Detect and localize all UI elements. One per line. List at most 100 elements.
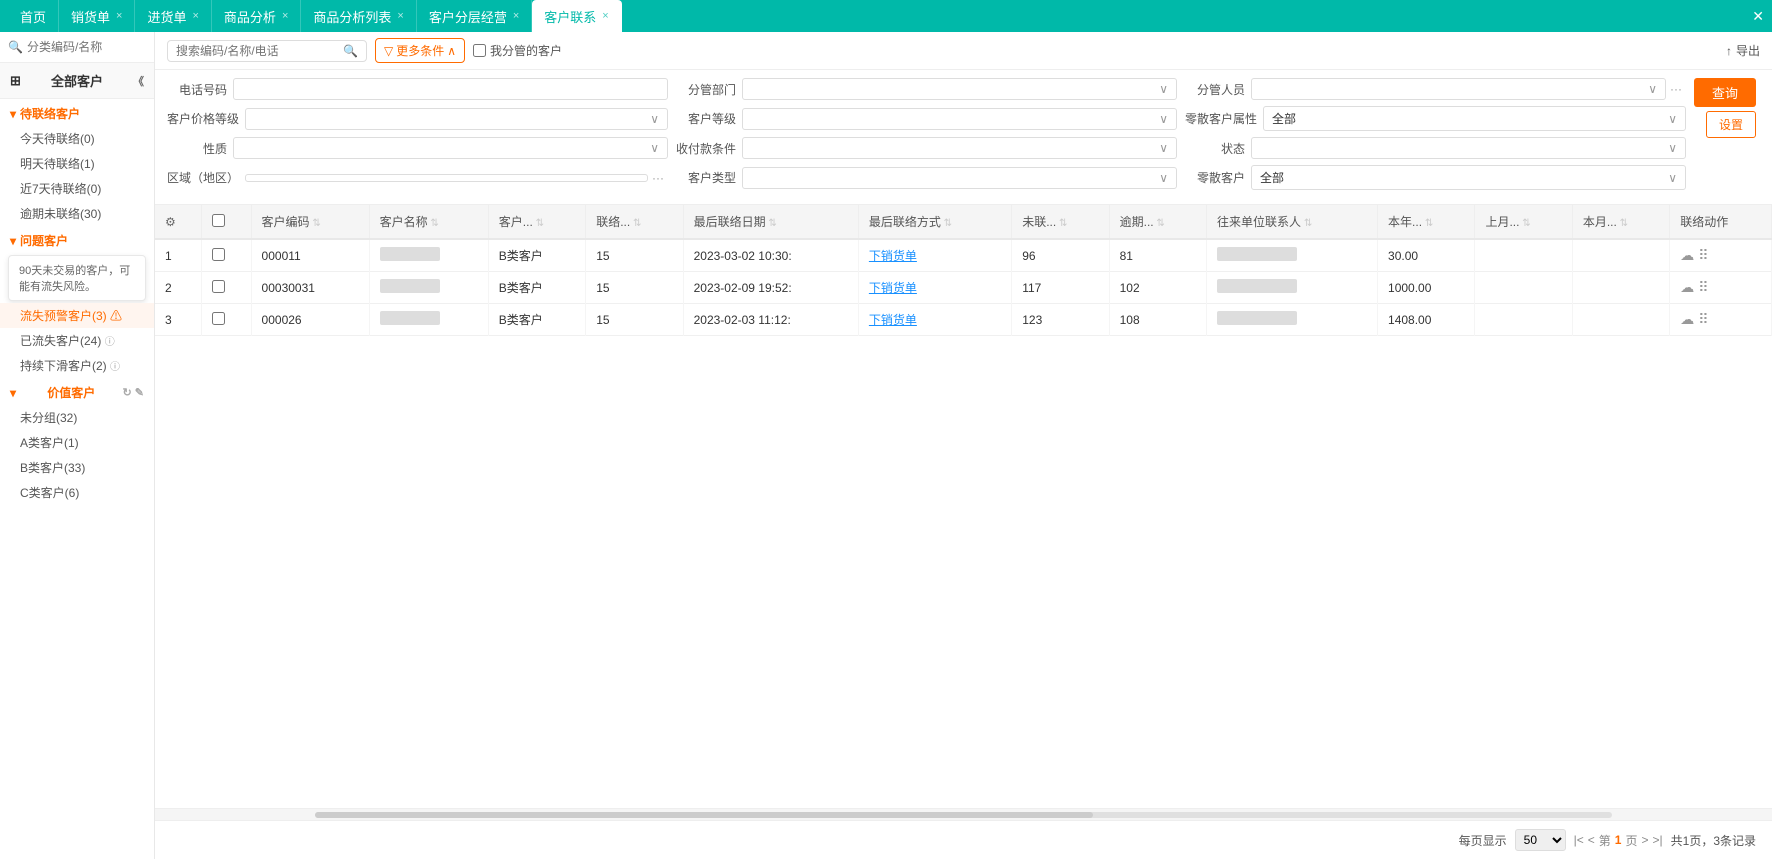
- sidebar-item-class-c[interactable]: C类客户(6): [0, 480, 154, 505]
- col-gear[interactable]: ⚙: [155, 205, 201, 239]
- col-not-contact[interactable]: 未联...: [1012, 205, 1109, 239]
- more-options-dots[interactable]: ···: [1666, 82, 1686, 96]
- sidebar-item-today-contact[interactable]: 今天待联络(0): [0, 126, 154, 151]
- filter-scattered-select[interactable]: 全部 ∨: [1251, 165, 1686, 190]
- col-code[interactable]: 客户编码: [251, 205, 369, 239]
- sidebar-item-overdue-contact[interactable]: 逾期未联络(30): [0, 201, 154, 226]
- filter-status-select[interactable]: ∨: [1251, 137, 1686, 159]
- tab-product-analysis-list[interactable]: 商品分析列表 ×: [301, 0, 416, 32]
- contact-icon[interactable]: ☁: [1680, 311, 1694, 328]
- close-icon[interactable]: ×: [602, 10, 608, 22]
- filter-customer-type-select[interactable]: ∨: [742, 167, 1177, 189]
- all-customers-header[interactable]: ⊞ 全部客户 《: [0, 63, 154, 99]
- method-link[interactable]: 下销货单: [869, 281, 917, 295]
- col-this-month[interactable]: 本月...: [1572, 205, 1669, 239]
- sidebar-item-churned[interactable]: 已流失客户(24) ⓘ: [0, 328, 154, 353]
- prev-page-button[interactable]: <: [1588, 833, 1595, 847]
- filter-payment-select[interactable]: ∨: [742, 137, 1177, 159]
- sidebar-item-churn-warning[interactable]: 流失预警客户(3) ⚠: [0, 303, 154, 328]
- query-settings-col: 查询 设置: [1694, 78, 1760, 138]
- cell-contact-person: [1207, 304, 1378, 336]
- customers-table: ⚙ 客户编码 客户名称 客户... 联络... 最后联络日期 最后联络方式 未联…: [155, 205, 1772, 336]
- col-overdue[interactable]: 逾期...: [1109, 205, 1206, 239]
- more-action-icon[interactable]: ⠿: [1698, 279, 1708, 296]
- sidebar-item-ungroup[interactable]: 未分组(32): [0, 405, 154, 430]
- cell-checkbox[interactable]: [201, 304, 251, 336]
- cell-checkbox[interactable]: [201, 272, 251, 304]
- tab-customer-contact[interactable]: 客户联系 ×: [532, 0, 621, 32]
- method-link[interactable]: 下销货单: [869, 249, 917, 263]
- contact-icon[interactable]: ☁: [1680, 279, 1694, 296]
- filter-phone-input[interactable]: [233, 78, 668, 100]
- export-button[interactable]: ↑ 导出: [1726, 42, 1760, 59]
- first-page-button[interactable]: |<: [1574, 833, 1584, 847]
- filter-region-select[interactable]: [245, 174, 648, 182]
- last-page-button[interactable]: >|: [1653, 833, 1663, 847]
- tab-purchase-order[interactable]: 进货单 ×: [135, 0, 211, 32]
- col-name[interactable]: 客户名称: [369, 205, 488, 239]
- col-last-month[interactable]: 上月...: [1475, 205, 1572, 239]
- next-page-button[interactable]: >: [1642, 833, 1649, 847]
- cell-name: [369, 304, 488, 336]
- col-checkbox[interactable]: [201, 205, 251, 239]
- table-row: 1 000011 B类客户 15 2023-03-02 10:30: 下销货单 …: [155, 239, 1772, 272]
- col-this-year[interactable]: 本年...: [1378, 205, 1475, 239]
- my-customers-checkbox[interactable]: [473, 44, 486, 57]
- search-button[interactable]: 🔍: [343, 44, 358, 58]
- filter-grade-select[interactable]: ∨: [742, 108, 1177, 130]
- select-all-checkbox[interactable]: [212, 214, 225, 227]
- cell-checkbox[interactable]: [201, 239, 251, 272]
- method-link[interactable]: 下销货单: [869, 313, 917, 327]
- region-dots[interactable]: ···: [648, 171, 668, 185]
- sidebar-item-class-b[interactable]: B类客户(33): [0, 455, 154, 480]
- scrollbar-track[interactable]: [315, 812, 1612, 818]
- sidebar-item-tomorrow-contact[interactable]: 明天待联络(1): [0, 151, 154, 176]
- close-icon[interactable]: ×: [192, 10, 198, 22]
- cell-last-month: [1475, 272, 1572, 304]
- close-icon[interactable]: ×: [397, 10, 403, 22]
- filter-nature-select[interactable]: ∨: [233, 137, 668, 159]
- tab-product-analysis[interactable]: 商品分析 ×: [212, 0, 301, 32]
- my-customers-checkbox-label[interactable]: 我分管的客户: [473, 42, 562, 59]
- sidebar-search-input[interactable]: [27, 40, 146, 54]
- query-button[interactable]: 查询: [1694, 78, 1756, 107]
- cell-this-month: [1572, 304, 1669, 336]
- gear-icon[interactable]: ⚙: [165, 215, 176, 229]
- cell-index: 1: [155, 239, 201, 272]
- tab-home[interactable]: 首页: [8, 0, 59, 32]
- horizontal-scrollbar[interactable]: [155, 808, 1772, 820]
- page-size-select[interactable]: 50 100 200: [1515, 829, 1566, 851]
- col-type[interactable]: 客户...: [488, 205, 585, 239]
- chevron-down-icon: ∨: [650, 112, 659, 126]
- cell-type: B类客户: [488, 304, 585, 336]
- scrollbar-thumb[interactable]: [315, 812, 1093, 818]
- filter-price-grade-select[interactable]: ∨: [245, 108, 668, 130]
- col-contact-person[interactable]: 往来单位联系人: [1207, 205, 1378, 239]
- close-icon[interactable]: ×: [282, 10, 288, 22]
- filter-dept-select[interactable]: ∨: [742, 78, 1177, 100]
- contact-icon[interactable]: ☁: [1680, 247, 1694, 264]
- window-close-button[interactable]: ✕: [1752, 8, 1764, 25]
- collapse-icon[interactable]: 《: [133, 73, 144, 89]
- close-icon[interactable]: ×: [513, 10, 519, 22]
- more-action-icon[interactable]: ⠿: [1698, 311, 1708, 328]
- more-filter-button[interactable]: ▽ 更多条件 ∧: [375, 38, 465, 63]
- col-contact-count[interactable]: 联络...: [586, 205, 683, 239]
- col-last-contact-date[interactable]: 最后联络日期: [683, 205, 858, 239]
- col-last-contact-method[interactable]: 最后联络方式: [858, 205, 1011, 239]
- sidebar-item-declining[interactable]: 持续下滑客户(2) ⓘ: [0, 353, 154, 378]
- settings-button[interactable]: 设置: [1706, 111, 1756, 138]
- refresh-icon[interactable]: ↻ ✎: [122, 386, 144, 399]
- search-input[interactable]: [176, 44, 343, 58]
- filter-row-4: 区域（地区） ··· 客户类型 ∨: [167, 165, 1686, 190]
- sidebar-item-class-a[interactable]: A类客户(1): [0, 430, 154, 455]
- sidebar-item-7day-contact[interactable]: 近7天待联络(0): [0, 176, 154, 201]
- filter-person-select[interactable]: ∨: [1251, 78, 1666, 100]
- tab-customer-tier[interactable]: 客户分层经营 ×: [417, 0, 532, 32]
- cell-action: ☁ ⠿: [1670, 239, 1772, 272]
- cell-last-date: 2023-03-02 10:30:: [683, 239, 858, 272]
- filter-scattered-attr-select[interactable]: 全部 ∨: [1263, 106, 1686, 131]
- close-icon[interactable]: ×: [116, 10, 122, 22]
- more-action-icon[interactable]: ⠿: [1698, 247, 1708, 264]
- tab-sales-order[interactable]: 销货单 ×: [59, 0, 135, 32]
